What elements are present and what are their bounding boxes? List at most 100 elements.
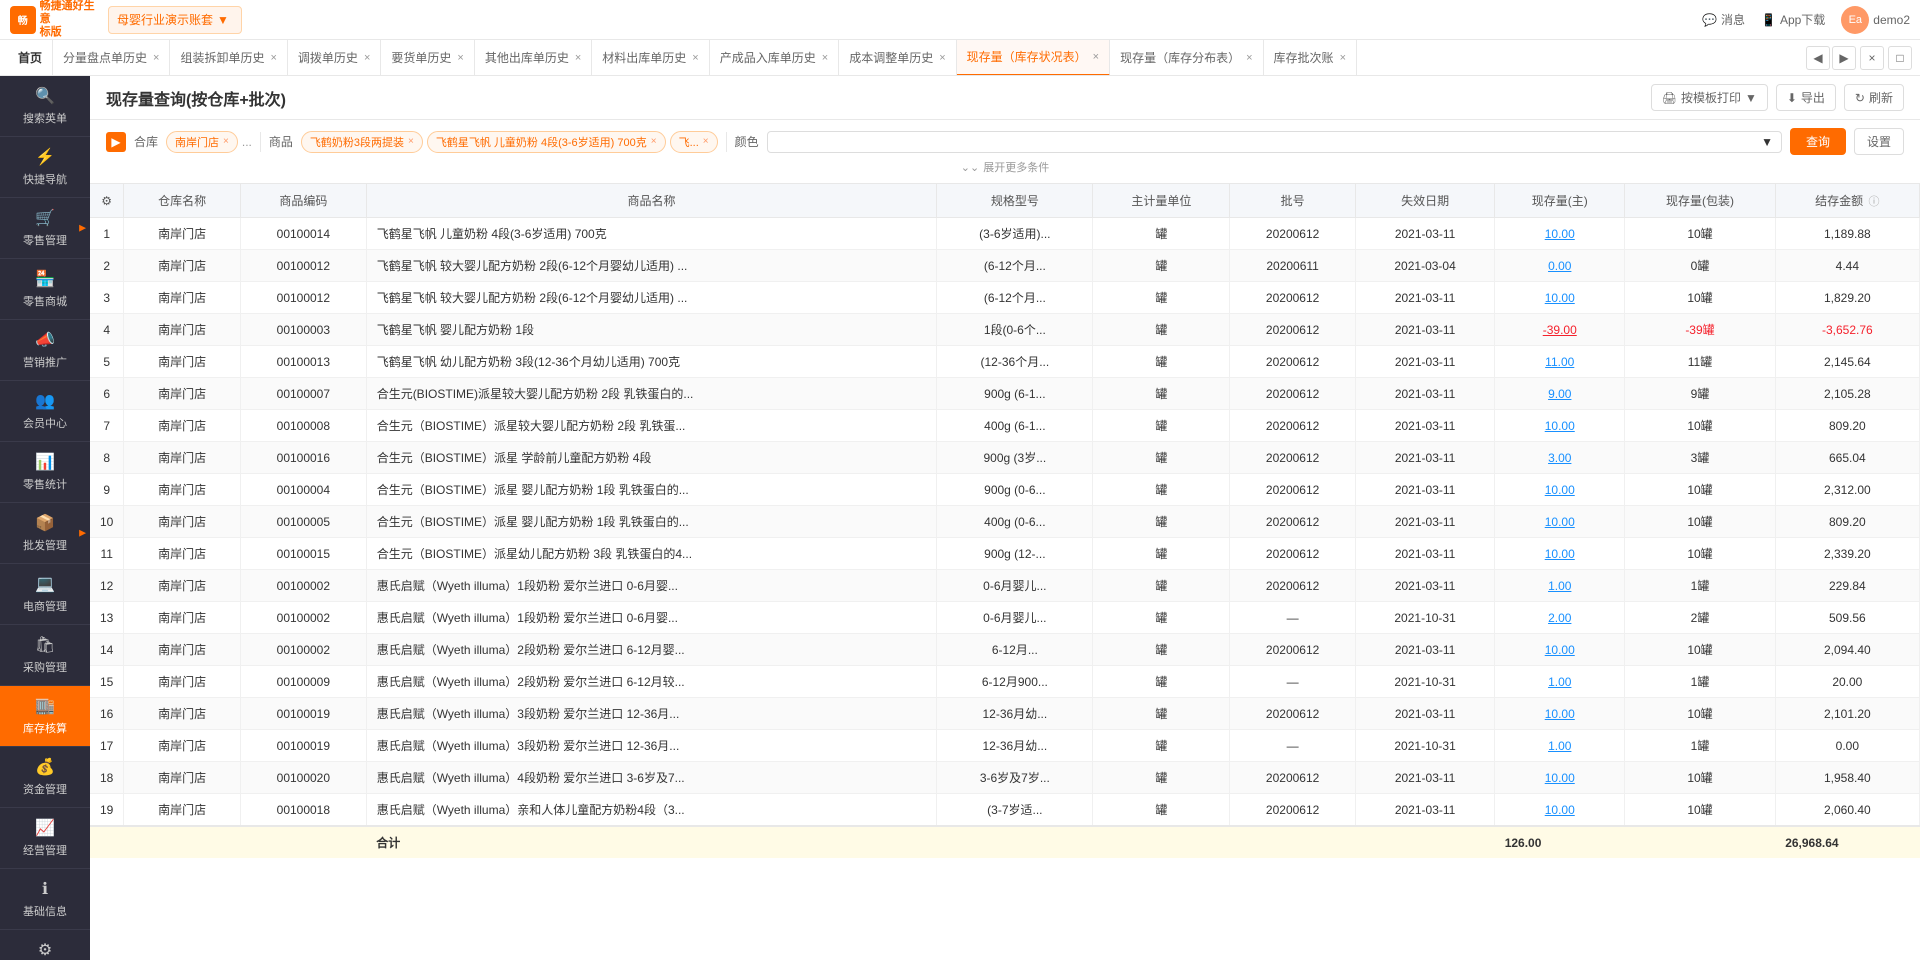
row-name: 惠氏启赋（Wyeth illuma）1段奶粉 爱尔兰进口 0-6月婴... [366,602,937,634]
filter-expand-btn[interactable]: ▶ [106,132,126,152]
sidebar-item-retail-stats[interactable]: 📊 零售统计 [0,442,90,503]
gear-icon: ⚙ [38,940,52,960]
row-qty-main[interactable]: 10.00 [1495,474,1625,506]
sidebar-item-basic[interactable]: ℹ 基础信息 [0,869,90,930]
sidebar-item-retail-mgmt[interactable]: 🛒 零售管理 ▶ [0,198,90,259]
tab-disassembly[interactable]: 组装拆卸单历史 × [170,40,287,76]
col-settings[interactable]: ⚙ [90,184,124,218]
row-warehouse: 南岸门店 [124,666,241,698]
close-icon[interactable]: × [822,52,828,64]
row-expire: 2021-03-11 [1355,410,1494,442]
row-qty-main[interactable]: 9.00 [1495,378,1625,410]
close-icon[interactable]: × [153,52,159,64]
export-btn[interactable]: ⬇ 导出 [1776,84,1836,111]
close-icon[interactable]: × [692,52,698,64]
tab-prev-btn[interactable]: ◀ [1806,46,1830,70]
sidebar-item-marketing[interactable]: 📣 营销推广 [0,320,90,381]
close-icon[interactable]: × [575,52,581,64]
row-unit: 罐 [1093,698,1230,730]
sidebar-item-purchase[interactable]: 🛍 采购管理 [0,625,90,686]
tab-material-out[interactable]: 材料出库单历史 × [592,40,709,76]
printer-icon: 🖨 [1662,91,1677,105]
template-print-btn[interactable]: 🖨 按模板打印 ▼ [1651,84,1768,111]
sidebar-item-inventory[interactable]: 🏬 库存核算 [0,686,90,747]
row-qty-main[interactable]: 10.00 [1495,538,1625,570]
refresh-btn[interactable]: ↻ 刷新 [1844,84,1904,111]
table-row: 12南岸门店00100002惠氏启赋（Wyeth illuma）1段奶粉 爱尔兰… [90,570,1920,602]
remove-tag-icon[interactable]: × [408,136,414,147]
row-name: 飞鹤星飞帆 儿童奶粉 4段(3-6岁适用) 700克 [366,218,937,250]
row-qty-main[interactable]: 1.00 [1495,666,1625,698]
tab-product-in[interactable]: 产成品入库单历史 × [710,40,839,76]
close-icon[interactable]: × [1246,52,1252,64]
sidebar-item-finance[interactable]: 💰 资金管理 [0,747,90,808]
table-row: 8南岸门店00100016合生元（BIOSTIME）派星 学龄前儿童配方奶粉 4… [90,442,1920,474]
row-qty-pkg: 1罐 [1625,570,1775,602]
remove-tag-icon[interactable]: × [703,136,709,147]
sidebar-item-system[interactable]: ⚙ 系统管理 [0,930,90,960]
close-icon[interactable]: × [1093,51,1099,63]
tab-expand-btn[interactable]: □ [1888,46,1912,70]
remove-tag-icon[interactable]: × [223,136,229,147]
row-qty-main[interactable]: 10.00 [1495,634,1625,666]
tab-split-inventory[interactable]: 分量盘点单历史 × [53,40,170,76]
sidebar-item-member[interactable]: 👥 会员中心 [0,381,90,442]
setting-btn[interactable]: 设置 [1854,128,1904,155]
row-no: 15 [90,666,124,698]
row-qty-main[interactable]: -39.00 [1495,314,1625,346]
row-code: 00100018 [240,794,366,827]
settings-icon[interactable]: ⚙ [101,194,112,208]
row-qty-main[interactable]: 11.00 [1495,346,1625,378]
search-btn[interactable]: 查询 [1790,128,1846,155]
close-icon[interactable]: × [270,52,276,64]
app-download-label: App下载 [1780,11,1825,28]
row-qty-main[interactable]: 10.00 [1495,762,1625,794]
tab-next-btn[interactable]: ▶ [1832,46,1856,70]
sidebar-item-wholesale[interactable]: 📦 批发管理 ▶ [0,503,90,564]
row-qty-main[interactable]: 1.00 [1495,570,1625,602]
row-code: 00100012 [240,250,366,282]
row-qty-main[interactable]: 10.00 [1495,218,1625,250]
message-btn[interactable]: 💬 消息 [1702,11,1745,28]
sidebar-item-operation[interactable]: 📈 经营管理 [0,808,90,869]
close-icon[interactable]: × [364,52,370,64]
app-download-btn[interactable]: 📱 App下载 [1761,11,1825,28]
expand-more-btn[interactable]: ⌄⌄ 展开更多条件 [106,159,1904,175]
row-qty-main[interactable]: 3.00 [1495,442,1625,474]
row-batch: 20200612 [1230,442,1356,474]
tab-stock-status[interactable]: 现存量（库存状况表） × [957,40,1110,76]
row-qty-main[interactable]: 0.00 [1495,250,1625,282]
sidebar-item-retail-mall[interactable]: 🏪 零售商城 [0,259,90,320]
tab-batch-voucher[interactable]: 库存批次账 × [1264,40,1357,76]
row-unit: 罐 [1093,378,1230,410]
sidebar-item-search[interactable]: 🔍 搜索英单 [0,76,90,137]
tab-cost-adjust[interactable]: 成本调整单历史 × [839,40,956,76]
row-qty-main[interactable]: 10.00 [1495,282,1625,314]
industry-selector[interactable]: 母婴行业演示账套 ▼ [108,6,242,34]
sidebar-item-nav[interactable]: ⚡ 快捷导航 [0,137,90,198]
row-qty-main[interactable]: 10.00 [1495,794,1625,827]
close-icon[interactable]: × [1340,52,1346,64]
row-qty-main[interactable]: 10.00 [1495,698,1625,730]
tab-other-out[interactable]: 其他出库单历史 × [475,40,592,76]
tab-stock-dist[interactable]: 现存量（库存分布表） × [1110,40,1263,76]
row-batch: 20200612 [1230,346,1356,378]
close-icon[interactable]: × [939,52,945,64]
close-icon[interactable]: × [457,52,463,64]
row-qty-main[interactable]: 10.00 [1495,506,1625,538]
warehouse-more[interactable]: ... [242,135,252,149]
tab-demand[interactable]: 要货单历史 × [381,40,474,76]
user-avatar-btn[interactable]: Ea demo2 [1841,6,1910,34]
tab-close-all-btn[interactable]: × [1860,46,1884,70]
tab-home[interactable]: 首页 [8,40,53,76]
tab-pick[interactable]: 调拨单历史 × [288,40,381,76]
amount-info-icon[interactable]: ⓘ [1869,196,1880,208]
col-spec: 规格型号 [937,184,1093,218]
remove-tag-icon[interactable]: × [651,136,657,147]
sidebar-item-basic-label: 基础信息 [23,903,67,919]
row-qty-main[interactable]: 2.00 [1495,602,1625,634]
sidebar-item-ecommerce[interactable]: 💻 电商管理 [0,564,90,625]
row-qty-main[interactable]: 1.00 [1495,730,1625,762]
row-qty-main[interactable]: 10.00 [1495,410,1625,442]
color-dropdown[interactable]: ▼ [767,131,1782,153]
